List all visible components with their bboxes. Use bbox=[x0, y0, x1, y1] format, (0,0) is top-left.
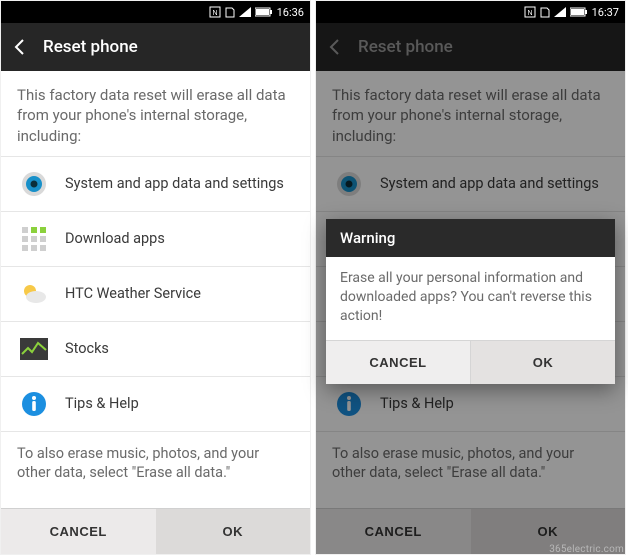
list-item-label: HTC Weather Service bbox=[65, 285, 201, 302]
settings-gear-icon bbox=[332, 167, 366, 201]
list-item-label: System and app data and settings bbox=[380, 175, 599, 192]
status-bar: N 16:37 bbox=[316, 1, 625, 23]
list-item-label: Tips & Help bbox=[380, 395, 454, 412]
page-title: Reset phone bbox=[43, 37, 138, 57]
footnote-text: To also erase music, photos, and your ot… bbox=[1, 431, 310, 491]
app-bar: Reset phone bbox=[316, 23, 625, 71]
back-icon[interactable] bbox=[11, 38, 29, 56]
dialog-body: Erase all your personal information and … bbox=[326, 257, 615, 340]
back-icon bbox=[326, 38, 344, 56]
cancel-button: CANCEL bbox=[316, 509, 471, 554]
weather-icon bbox=[17, 277, 51, 311]
list-item-label: Tips & Help bbox=[65, 395, 139, 412]
intro-text: This factory data reset will erase all d… bbox=[1, 71, 310, 156]
list-item: Tips & Help bbox=[316, 376, 625, 431]
signal-icon bbox=[239, 7, 251, 17]
intro-text: This factory data reset will erase all d… bbox=[316, 71, 625, 156]
battery-icon bbox=[255, 7, 273, 17]
status-time: 16:37 bbox=[592, 6, 619, 19]
sim-icon bbox=[225, 6, 235, 18]
list-item-label: Download apps bbox=[65, 230, 165, 247]
dialog-ok-button[interactable]: OK bbox=[470, 341, 615, 384]
list-item-label: System and app data and settings bbox=[65, 175, 284, 192]
list-item: Download apps bbox=[1, 211, 310, 266]
stocks-icon bbox=[17, 332, 51, 366]
settings-gear-icon bbox=[17, 167, 51, 201]
svg-text:N: N bbox=[212, 10, 217, 17]
content-area: This factory data reset will erase all d… bbox=[1, 71, 310, 508]
nfc-icon: N bbox=[209, 6, 221, 18]
watermark-text: 365electric.com bbox=[549, 544, 624, 555]
phone-screen-left: N 16:36 Reset phone This factory data re… bbox=[0, 0, 311, 555]
battery-icon bbox=[570, 7, 588, 17]
warning-dialog: Warning Erase all your personal informat… bbox=[326, 219, 615, 384]
list-item: System and app data and settings bbox=[1, 156, 310, 211]
list-item: Tips & Help bbox=[1, 376, 310, 431]
list-item: System and app data and settings bbox=[316, 156, 625, 211]
nfc-icon: N bbox=[524, 6, 536, 18]
phone-screen-right: N 16:37 Reset phone This factory data re… bbox=[315, 0, 626, 555]
cancel-button[interactable]: CANCEL bbox=[1, 509, 156, 554]
app-bar: Reset phone bbox=[1, 23, 310, 71]
footnote-text: To also erase music, photos, and your ot… bbox=[316, 431, 625, 491]
info-icon bbox=[332, 387, 366, 421]
sim-icon bbox=[540, 6, 550, 18]
dialog-cancel-button[interactable]: CANCEL bbox=[326, 341, 470, 384]
status-time: 16:36 bbox=[277, 6, 304, 19]
signal-icon bbox=[554, 7, 566, 17]
list-item-label: Stocks bbox=[65, 340, 109, 357]
reset-items-list: System and app data and settings Downloa… bbox=[1, 156, 310, 431]
list-item: Stocks bbox=[1, 321, 310, 376]
list-item: HTC Weather Service bbox=[1, 266, 310, 321]
ok-button[interactable]: OK bbox=[156, 509, 311, 554]
dialog-title: Warning bbox=[326, 219, 615, 257]
page-title: Reset phone bbox=[358, 37, 453, 57]
svg-text:N: N bbox=[527, 10, 532, 17]
status-bar: N 16:36 bbox=[1, 1, 310, 23]
info-icon bbox=[17, 387, 51, 421]
button-bar: CANCEL OK bbox=[1, 508, 310, 554]
apps-grid-icon bbox=[17, 222, 51, 256]
dialog-button-bar: CANCEL OK bbox=[326, 340, 615, 384]
